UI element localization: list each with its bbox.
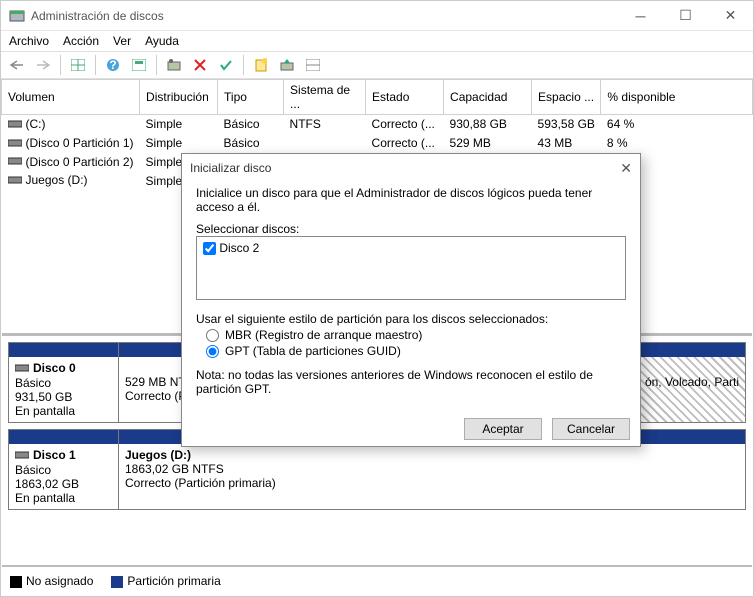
- minimize-button[interactable]: ─: [618, 1, 663, 31]
- col-status[interactable]: Estado: [366, 80, 444, 115]
- col-volume[interactable]: Volumen: [2, 80, 140, 115]
- refresh-icon[interactable]: [127, 54, 151, 76]
- dialog-intro: Inicialice un disco para que el Administ…: [196, 186, 626, 214]
- legend-unallocated: No asignado: [10, 574, 93, 588]
- view-icon[interactable]: [66, 54, 90, 76]
- check-icon[interactable]: [214, 54, 238, 76]
- back-button[interactable]: [5, 54, 29, 76]
- table-row[interactable]: (C:)SimpleBásicoNTFSCorrecto (...930,88 …: [2, 115, 753, 134]
- forward-button[interactable]: [31, 54, 55, 76]
- help-icon[interactable]: ?: [101, 54, 125, 76]
- disk-2-check-input[interactable]: [203, 242, 216, 255]
- menu-view[interactable]: Ver: [113, 34, 131, 48]
- menu-action[interactable]: Acción: [63, 34, 99, 48]
- mount-icon[interactable]: [275, 54, 299, 76]
- col-fs[interactable]: Sistema de ...: [284, 80, 366, 115]
- window-titlebar: Administración de discos ─ ☐ ✕: [1, 1, 753, 31]
- layout-icon[interactable]: [301, 54, 325, 76]
- window-title: Administración de discos: [31, 9, 618, 23]
- select-disks-label: Seleccionar discos:: [196, 222, 626, 236]
- maximize-button[interactable]: ☐: [663, 1, 708, 31]
- disk-select-list[interactable]: Disco 2: [196, 236, 626, 300]
- menu-help[interactable]: Ayuda: [145, 34, 179, 48]
- initialize-disk-dialog: Inicializar disco ✕ Inicialice un disco …: [181, 153, 641, 447]
- col-capacity[interactable]: Capacidad: [444, 80, 532, 115]
- app-icon: [9, 8, 25, 24]
- dialog-title: Inicializar disco: [190, 161, 271, 175]
- col-pct[interactable]: % disponible: [601, 80, 753, 115]
- disk-1-label: Disco 1 Básico 1863,02 GB En pantalla: [9, 430, 119, 509]
- svg-text:?: ?: [109, 58, 116, 72]
- delete-icon[interactable]: [188, 54, 212, 76]
- col-layout[interactable]: Distribución: [140, 80, 218, 115]
- table-row[interactable]: (Disco 0 Partición 1)SimpleBásicoCorrect…: [2, 134, 753, 153]
- partition-style-label: Usar el siguiente estilo de partición pa…: [196, 312, 626, 326]
- legend-primary: Partición primaria: [111, 574, 220, 588]
- dialog-close-icon[interactable]: ✕: [620, 160, 632, 177]
- col-free[interactable]: Espacio ...: [532, 80, 601, 115]
- mbr-radio-row[interactable]: MBR (Registro de arranque maestro): [206, 328, 626, 342]
- menu-file[interactable]: Archivo: [9, 34, 49, 48]
- disk-2-checkbox[interactable]: Disco 2: [203, 241, 259, 255]
- legend: No asignado Partición primaria: [2, 565, 752, 595]
- toolbar: ?: [1, 51, 753, 79]
- menubar: Archivo Acción Ver Ayuda: [1, 31, 753, 51]
- dialog-note: Nota: no todas las versiones anteriores …: [196, 368, 626, 396]
- disk-0-label: Disco 0 Básico 931,50 GB En pantalla: [9, 343, 119, 422]
- col-type[interactable]: Tipo: [218, 80, 284, 115]
- gpt-radio[interactable]: [206, 345, 219, 358]
- close-button[interactable]: ✕: [708, 1, 753, 31]
- mbr-radio[interactable]: [206, 329, 219, 342]
- properties-icon[interactable]: [162, 54, 186, 76]
- ok-button[interactable]: Aceptar: [464, 418, 542, 440]
- gpt-radio-row[interactable]: GPT (Tabla de particiones GUID): [206, 344, 626, 358]
- new-icon[interactable]: [249, 54, 273, 76]
- cancel-button[interactable]: Cancelar: [552, 418, 630, 440]
